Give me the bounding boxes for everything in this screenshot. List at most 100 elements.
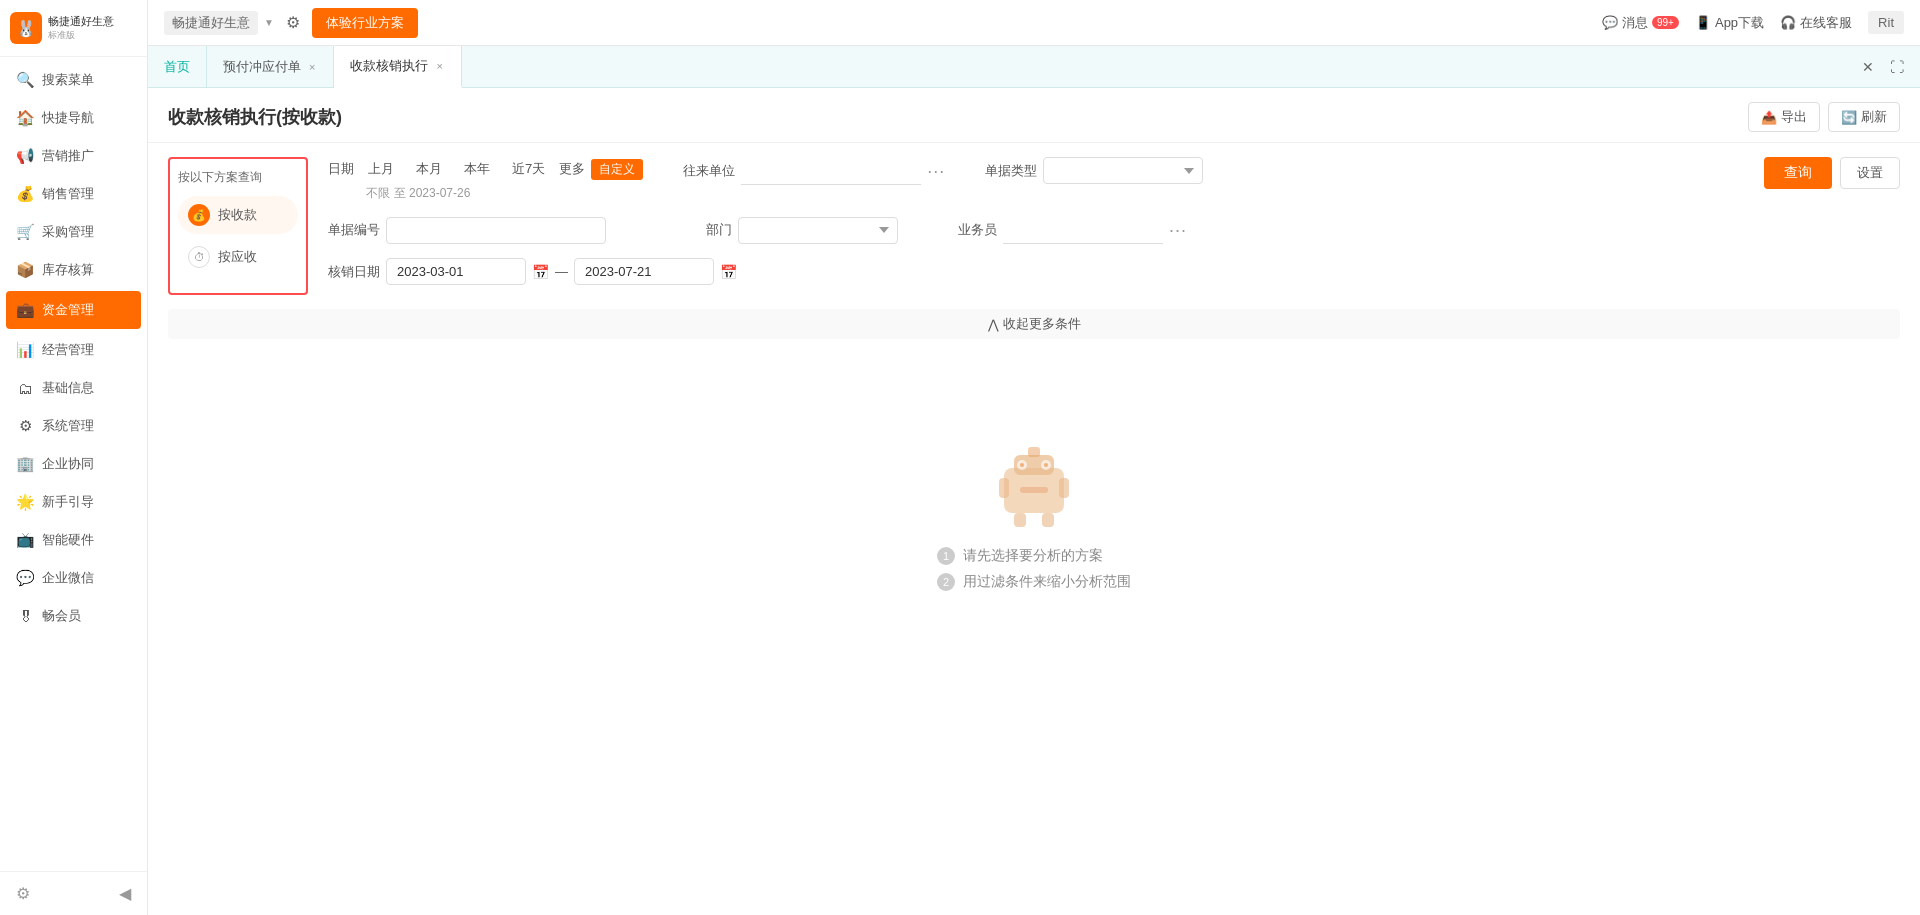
writeoff-date-end[interactable]: [574, 258, 714, 285]
empty-tip-2-label: 用过滤条件来缩小分析范围: [963, 573, 1131, 591]
sidebar-item-system[interactable]: ⚙ 系统管理: [0, 407, 147, 445]
collapse-sidebar-icon[interactable]: ◀: [119, 884, 131, 903]
svg-rect-7: [999, 478, 1009, 498]
tab-prepay-label: 预付冲应付单: [223, 58, 301, 76]
collapse-more-btn[interactable]: ⋀ 收起更多条件: [168, 309, 1900, 339]
tab-writeoff[interactable]: 收款核销执行 ×: [334, 46, 461, 88]
svg-point-5: [1044, 463, 1048, 467]
tab-home[interactable]: 首页: [148, 46, 207, 88]
document-type-select[interactable]: [1043, 157, 1203, 184]
date-more-label[interactable]: 更多: [559, 160, 585, 178]
tab-prepay-close-icon[interactable]: ×: [307, 59, 317, 75]
export-button[interactable]: 📤 导出: [1748, 102, 1820, 132]
writeoff-date-start[interactable]: [386, 258, 526, 285]
staff-input[interactable]: [1003, 216, 1163, 244]
chevron-down-icon[interactable]: ▼: [264, 17, 274, 28]
message-badge: 99+: [1652, 16, 1679, 29]
purchase-icon: 🛒: [16, 223, 34, 241]
filter-sidebar-title: 按以下方案查询: [178, 169, 298, 186]
receipt-option-icon: 💰: [188, 204, 210, 226]
message-action[interactable]: 💬 消息 99+: [1602, 14, 1679, 32]
date-btn-7days[interactable]: 近7天: [504, 157, 553, 181]
document-no-input[interactable]: [386, 217, 606, 244]
svg-rect-8: [1059, 478, 1069, 498]
tab-writeoff-close-icon[interactable]: ×: [434, 58, 444, 74]
filter-option-receivable-label: 按应收: [218, 248, 257, 266]
partner-ellipsis-icon[interactable]: ···: [927, 161, 945, 182]
sidebar-footer: ⚙ ◀: [0, 871, 147, 915]
message-label: 消息: [1622, 14, 1648, 32]
staff-ellipsis-icon[interactable]: ···: [1169, 220, 1187, 241]
sidebar-item-label: 销售管理: [42, 185, 94, 203]
maximize-icon[interactable]: ⛶: [1886, 55, 1908, 79]
sidebar-item-finance[interactable]: 💼 资金管理: [6, 291, 141, 329]
sidebar-item-guide[interactable]: 🌟 新手引导: [0, 483, 147, 521]
date-btn-this-month[interactable]: 本月: [408, 157, 450, 181]
document-type-filter: 单据类型: [985, 157, 1203, 184]
svg-point-4: [1020, 463, 1024, 467]
sidebar-item-enterprise[interactable]: 🏢 企业协同: [0, 445, 147, 483]
page-content: 收款核销执行(按收款) 📤 导出 🔄 刷新 按以下方案查询: [148, 88, 1920, 915]
close-tab-icon[interactable]: ✕: [1858, 55, 1878, 79]
sidebar-item-search[interactable]: 🔍 搜索菜单: [0, 61, 147, 99]
logo-text-block: 畅捷通好生意 标准版: [48, 14, 114, 41]
sidebar-item-quick-nav[interactable]: 🏠 快捷导航: [0, 99, 147, 137]
export-icon: 📤: [1761, 110, 1777, 125]
calendar-end-icon[interactable]: 📅: [720, 264, 737, 280]
date-btn-last-month[interactable]: 上月: [360, 157, 402, 181]
page-title: 收款核销执行(按收款): [168, 105, 342, 129]
receivable-option-icon: ⏱: [188, 246, 210, 268]
inventory-icon: 📦: [16, 261, 34, 279]
filter-option-by-receivable[interactable]: ⏱ 按应收: [178, 238, 298, 276]
sales-icon: 💰: [16, 185, 34, 203]
sidebar-item-vip[interactable]: 🎖 畅会员: [0, 597, 147, 635]
service-icon: 🎧: [1780, 15, 1796, 30]
app-icon: 📱: [1695, 15, 1711, 30]
sidebar-item-business[interactable]: 📊 经营管理: [0, 331, 147, 369]
sidebar-item-purchase[interactable]: 🛒 采购管理: [0, 213, 147, 251]
sidebar-item-sales[interactable]: 💰 销售管理: [0, 175, 147, 213]
svg-rect-11: [1028, 447, 1040, 457]
partner-input[interactable]: [741, 157, 921, 185]
sidebar-item-hardware[interactable]: 📺 智能硬件: [0, 521, 147, 559]
sidebar-item-inventory[interactable]: 📦 库存核算: [0, 251, 147, 289]
partner-filter: 往来单位 ···: [683, 157, 945, 185]
calendar-start-icon[interactable]: 📅: [532, 264, 549, 280]
document-no-label: 单据编号: [328, 221, 380, 239]
sidebar-item-label: 搜索菜单: [42, 71, 94, 89]
sidebar-item-label: 新手引导: [42, 493, 94, 511]
gear-icon[interactable]: ⚙: [282, 9, 304, 36]
service-action[interactable]: 🎧 在线客服: [1780, 14, 1852, 32]
date-options: 上月 本月 本年 近7天 更多 自定义: [360, 157, 643, 181]
sidebar-item-label: 智能硬件: [42, 531, 94, 549]
filter-main: 日期 上月 本月 本年 近7天 更多 自定义: [328, 157, 1900, 295]
tab-prepay[interactable]: 预付冲应付单 ×: [207, 46, 334, 88]
app-download-action[interactable]: 📱 App下载: [1695, 14, 1764, 32]
settings-icon[interactable]: ⚙: [16, 884, 30, 903]
svg-rect-10: [1042, 513, 1054, 527]
filter-option-by-receipt[interactable]: 💰 按收款: [178, 196, 298, 234]
document-type-label: 单据类型: [985, 162, 1037, 180]
sidebar-item-wechat[interactable]: 💬 企业微信: [0, 559, 147, 597]
sidebar-item-basic[interactable]: 🗂 基础信息: [0, 369, 147, 407]
sidebar: 🐰 畅捷通好生意 标准版 🔍 搜索菜单 🏠 快捷导航 📢 营销推广 💰 销售管理…: [0, 0, 148, 915]
sidebar-item-label: 畅会员: [42, 607, 81, 625]
sidebar-item-marketing[interactable]: 📢 营销推广: [0, 137, 147, 175]
refresh-button[interactable]: 🔄 刷新: [1828, 102, 1900, 132]
user-avatar[interactable]: Rit: [1868, 11, 1904, 34]
query-button[interactable]: 查询: [1764, 157, 1832, 189]
logo-icon: 🐰: [10, 12, 42, 44]
date-btn-this-year[interactable]: 本年: [456, 157, 498, 181]
business-icon: 📊: [16, 341, 34, 359]
tab-bar: 首页 预付冲应付单 × 收款核销执行 × ✕ ⛶: [148, 46, 1920, 88]
sidebar-logo: 🐰 畅捷通好生意 标准版: [0, 0, 147, 57]
guide-icon: 🌟: [16, 493, 34, 511]
date-filter-row: 日期 上月 本月 本年 近7天 更多 自定义: [328, 157, 643, 181]
department-select[interactable]: [738, 217, 898, 244]
settings-button[interactable]: 设置: [1840, 157, 1900, 189]
industry-btn[interactable]: 体验行业方案: [312, 8, 418, 38]
empty-tip-1-label: 请先选择要分析的方案: [963, 547, 1103, 565]
date-custom-badge[interactable]: 自定义: [591, 159, 643, 180]
hardware-icon: 📺: [16, 531, 34, 549]
department-filter: 部门: [706, 217, 898, 244]
